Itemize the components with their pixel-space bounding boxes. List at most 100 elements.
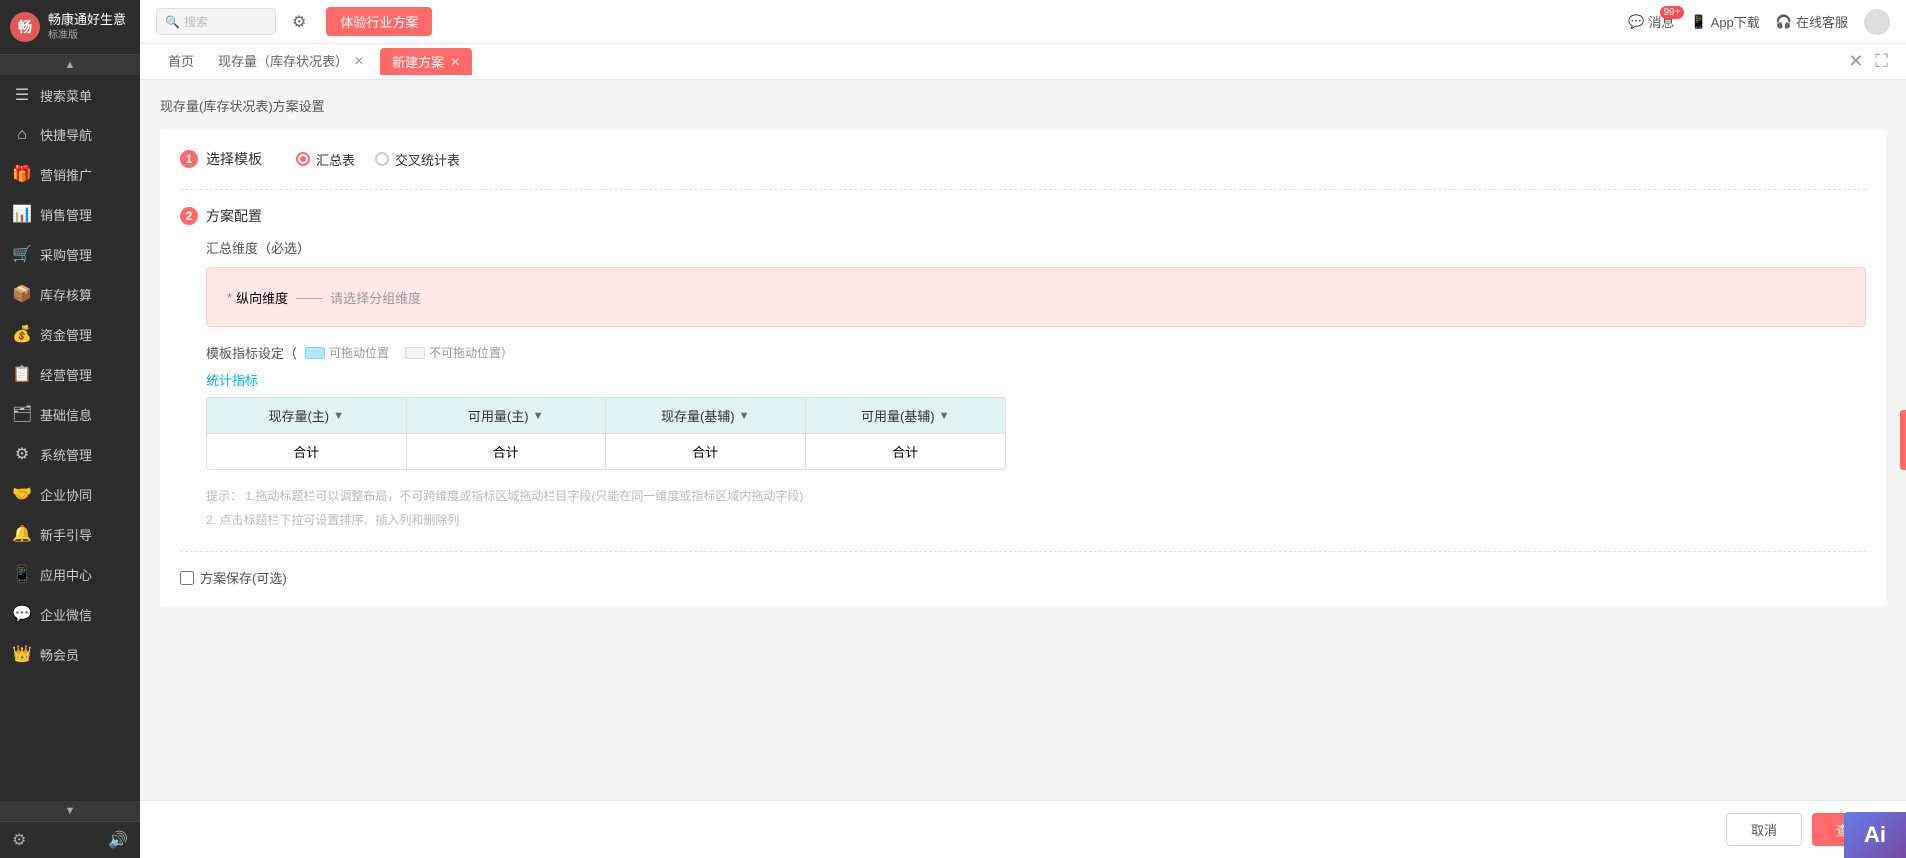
col-header-4[interactable]: 可用量(基辅) ▼: [806, 398, 1006, 434]
legend-nodrag-box: [405, 347, 425, 359]
section-template: 1 选择模板 汇总表 交叉统计表: [180, 149, 1866, 169]
sidebar-item-new-guide[interactable]: 🔔 新手引导: [0, 514, 140, 554]
option-cross[interactable]: 交叉统计表: [375, 150, 460, 169]
info-icon: 🗂: [12, 404, 32, 424]
sidebar-item-label: 系统管理: [40, 445, 92, 464]
sidebar-item-label: 基础信息: [40, 405, 92, 424]
col-header-1[interactable]: 现存量(主) ▼: [207, 398, 407, 434]
online-service-badge[interactable]: 🎧 在线客服: [1776, 12, 1848, 31]
tab-home[interactable]: 首页: [156, 44, 206, 79]
section1-header: 1 选择模板 汇总表 交叉统计表: [180, 149, 1866, 169]
app-logo: 畅 畅康通好生意 标准版: [0, 0, 140, 55]
chevron-1: ▼: [333, 410, 344, 422]
col-header-2[interactable]: 可用量(主) ▼: [407, 398, 607, 434]
template-options: 汇总表 交叉统计表: [296, 150, 460, 169]
section2-title: 方案配置: [206, 206, 262, 226]
sidebar-item-vip[interactable]: 👑 畅会员: [0, 634, 140, 674]
sidebar-scroll-up[interactable]: ▲: [0, 55, 140, 75]
section1-number: 1: [180, 150, 198, 168]
sidebar-item-label: 库存核算: [40, 285, 92, 304]
save-option-label[interactable]: 方案保存(可选): [200, 568, 287, 587]
col-header-3[interactable]: 现存量(基辅) ▼: [606, 398, 806, 434]
topbar-search[interactable]: 🔍 搜索: [156, 8, 276, 35]
option-summary-label: 汇总表: [316, 150, 355, 169]
sidebar-item-label: 快捷导航: [40, 125, 92, 144]
tab-inventory-status[interactable]: 现存量（库存状况表） ✕: [206, 44, 376, 79]
section-divider-1: [180, 189, 1866, 190]
sidebar-item-label: 企业微信: [40, 605, 92, 624]
sidebar-item-marketing[interactable]: 🎁 营销推广: [0, 154, 140, 194]
dimension-field-name: 纵向维度: [236, 288, 288, 307]
user-avatar[interactable]: [1864, 9, 1890, 35]
right-scroll-indicator: [1900, 410, 1906, 470]
tab-new-close[interactable]: ✕: [450, 55, 460, 69]
dimension-label: 汇总维度（必选）: [206, 238, 1866, 257]
sidebar-item-wechat[interactable]: 💬 企业微信: [0, 594, 140, 634]
app-subtitle: 标准版: [48, 29, 126, 42]
app-download-badge[interactable]: 📱 App下载: [1690, 12, 1759, 31]
col-header-1-label: 现存量(主): [268, 406, 329, 425]
sidebar-item-basic-info[interactable]: 🗂 基础信息: [0, 394, 140, 434]
sound-icon[interactable]: 🔊: [108, 830, 128, 850]
col-header-2-label: 可用量(主): [468, 406, 529, 425]
topbar: 🔍 搜索 ⚙ 体验行业方案 💬 消息 99+ 📱 App下载 🎧 在线客服: [140, 0, 1906, 44]
message-count: 99+: [1660, 6, 1685, 19]
tab-inventory-close[interactable]: ✕: [354, 54, 364, 68]
topbar-settings-icon[interactable]: ⚙: [292, 12, 306, 32]
cell-1-3: 合计: [606, 434, 806, 469]
cancel-button[interactable]: 取消: [1726, 813, 1802, 846]
stats-section: 统计指标 现存量(主) ▼ 可用量(主) ▼: [206, 370, 1866, 470]
sidebar: 畅 畅康通好生意 标准版 ▲ ☰ 搜索菜单 ⌂ 快捷导航 🎁 营销推广 📊 销售…: [0, 0, 140, 858]
tips-section: 提示： 1.拖动标题栏可以调整布局，不可跨维度或指标区域拖动栏目字段(只能在同一…: [206, 486, 1866, 531]
indicator-label: 模板指标设定（ 可拖动位置 不可拖动位置）: [206, 343, 1866, 362]
tab-new-plan[interactable]: 新建方案 ✕: [380, 48, 472, 75]
option-summary[interactable]: 汇总表: [296, 150, 355, 169]
tabs-bar: 首页 现存量（库存状况表） ✕ 新建方案 ✕ ✕ ⛶: [140, 44, 1906, 80]
sidebar-item-inventory[interactable]: 📦 库存核算: [0, 274, 140, 314]
legend-nodrag: 不可拖动位置）: [405, 344, 513, 361]
headset-icon: 🎧: [1776, 14, 1792, 30]
radio-summary[interactable]: [296, 152, 310, 166]
dimension-zone[interactable]: * 纵向维度 —— 请选择分组维度: [206, 267, 1866, 327]
settings-bottom-icon[interactable]: ⚙: [12, 830, 26, 850]
required-mark: *: [227, 290, 232, 305]
option-cross-label: 交叉统计表: [395, 150, 460, 169]
window-close-btn[interactable]: ✕: [1846, 49, 1865, 74]
sidebar-item-label: 经营管理: [40, 365, 92, 384]
indicator-settings: 模板指标设定（ 可拖动位置 不可拖动位置）: [206, 343, 1866, 362]
sidebar-item-system[interactable]: ⚙ 系统管理: [0, 434, 140, 474]
sidebar-item-label: 销售管理: [40, 205, 92, 224]
message-badge[interactable]: 💬 消息 99+: [1628, 12, 1674, 31]
sidebar-item-cooperation[interactable]: 🤝 企业协同: [0, 474, 140, 514]
save-checkbox[interactable]: [180, 571, 194, 585]
sidebar-item-purchase[interactable]: 🛒 采购管理: [0, 234, 140, 274]
app-download-label: App下载: [1711, 12, 1760, 31]
sidebar-scroll-down[interactable]: ▼: [0, 801, 140, 821]
content-area: 现存量(库存状况表)方案设置 1 选择模板 汇总表 交叉统计表: [140, 80, 1906, 800]
section1-title: 选择模板: [206, 149, 262, 169]
sidebar-item-quick-nav[interactable]: ⌂ 快捷导航: [0, 115, 140, 154]
radio-cross[interactable]: [375, 152, 389, 166]
sidebar-item-business[interactable]: 📋 经营管理: [0, 354, 140, 394]
bag-icon: 🛒: [12, 244, 32, 264]
cell-1-1: 合计: [207, 434, 407, 469]
sidebar-item-sales[interactable]: 📊 销售管理: [0, 194, 140, 234]
trial-button[interactable]: 体验行业方案: [326, 7, 432, 36]
app-icon: 📱: [1690, 14, 1706, 30]
sidebar-item-finance[interactable]: 💰 资金管理: [0, 314, 140, 354]
sidebar-item-label: 营销推广: [40, 165, 92, 184]
sidebar-item-search-menu[interactable]: ☰ 搜索菜单: [0, 75, 140, 115]
sidebar-item-app-center[interactable]: 📱 应用中心: [0, 554, 140, 594]
settings-icon: ⚙: [12, 444, 32, 464]
chart-icon: 📊: [12, 204, 32, 224]
ai-badge[interactable]: Ai: [1844, 812, 1906, 858]
online-service-label: 在线客服: [1796, 12, 1848, 31]
cell-1-4: 合计: [806, 434, 1006, 469]
message-icon: 💬: [1628, 14, 1644, 30]
stats-table-header: 现存量(主) ▼ 可用量(主) ▼ 现存量(基辅) ▼: [207, 398, 1005, 434]
stats-table-row: 合计 合计 合计 合计: [207, 434, 1005, 469]
main-area: 🔍 搜索 ⚙ 体验行业方案 💬 消息 99+ 📱 App下载 🎧 在线客服: [140, 0, 1906, 858]
search-text: 搜索: [184, 13, 208, 30]
window-expand-btn[interactable]: ⛶: [1873, 49, 1890, 74]
tab-home-label: 首页: [168, 51, 194, 70]
